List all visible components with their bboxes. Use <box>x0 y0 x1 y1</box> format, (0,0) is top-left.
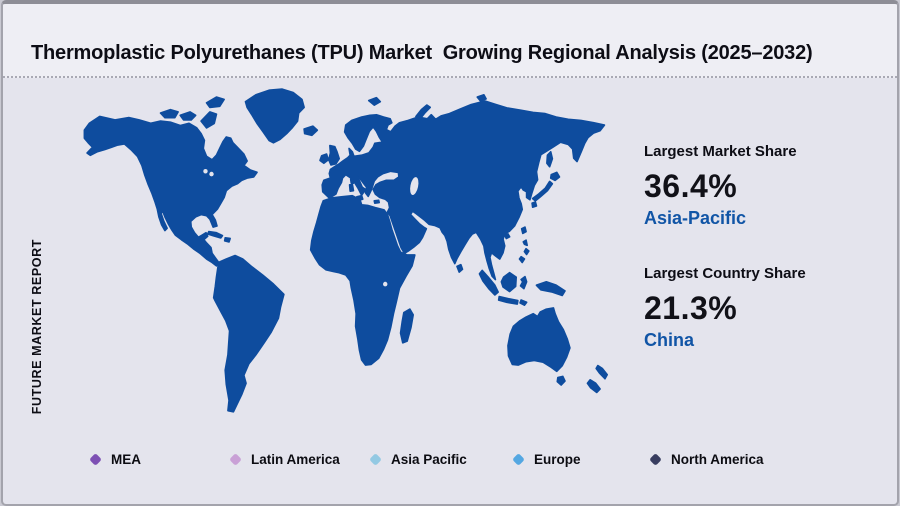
largest-country-share-block: Largest Country Share 21.3% China <box>644 264 894 351</box>
infographic-frame: Thermoplastic Polyurethanes (TPU) Market… <box>1 0 899 506</box>
legend-dot-europe <box>512 452 525 466</box>
legend-dot-mea <box>89 452 102 466</box>
legend-dot-latin-america <box>229 452 242 466</box>
watermark-text: FUTURE MARKET REPORT <box>30 239 44 415</box>
australia <box>507 307 571 373</box>
country-share-region: China <box>644 330 695 350</box>
legend-item-north-america: North America <box>649 448 764 470</box>
legend-item-asia-pacific: Asia Pacific <box>369 448 467 470</box>
iceland <box>303 125 319 137</box>
vertical-watermark: FUTURE MARKET REPORT <box>23 239 51 415</box>
legend-label-mea: MEA <box>111 451 141 467</box>
tasmania-new-zealand <box>556 364 608 394</box>
caribbean-islands <box>206 230 231 243</box>
legend-item-latin-america: Latin America <box>229 448 340 470</box>
continent-south-america <box>212 254 285 413</box>
page-title: Thermoplastic Polyurethanes (TPU) Market… <box>31 42 813 64</box>
market-share-label: Largest Market Share <box>644 143 797 160</box>
country-share-value: 21.3% <box>644 290 738 326</box>
legend-dot-asia-pacific <box>369 452 382 466</box>
legend-label-north-america: North America <box>671 451 764 467</box>
greenland <box>244 88 305 144</box>
legend-item-mea: MEA <box>89 448 141 470</box>
legend-label-europe: Europe <box>534 451 581 467</box>
market-share-value: 36.4% <box>644 168 738 204</box>
world-map <box>83 88 608 413</box>
legend: MEA Latin America Asia Pacific Europe No… <box>3 448 897 472</box>
header-band: Thermoplastic Polyurethanes (TPU) Market… <box>3 4 897 78</box>
philippines <box>518 239 530 264</box>
continent-north-america <box>83 115 258 267</box>
country-share-label: Largest Country Share <box>644 265 806 282</box>
british-isles <box>319 144 341 166</box>
legend-label-latin-america: Latin America <box>251 451 340 467</box>
madagascar <box>399 308 414 344</box>
largest-market-share-block: Largest Market Share 36.4% Asia-Pacific <box>644 142 894 229</box>
legend-item-europe: Europe <box>512 448 581 470</box>
world-map-container <box>63 88 611 430</box>
legend-dot-north-america <box>649 452 662 466</box>
legend-label-asia-pacific: Asia Pacific <box>391 451 467 467</box>
market-share-region: Asia-Pacific <box>644 208 747 228</box>
